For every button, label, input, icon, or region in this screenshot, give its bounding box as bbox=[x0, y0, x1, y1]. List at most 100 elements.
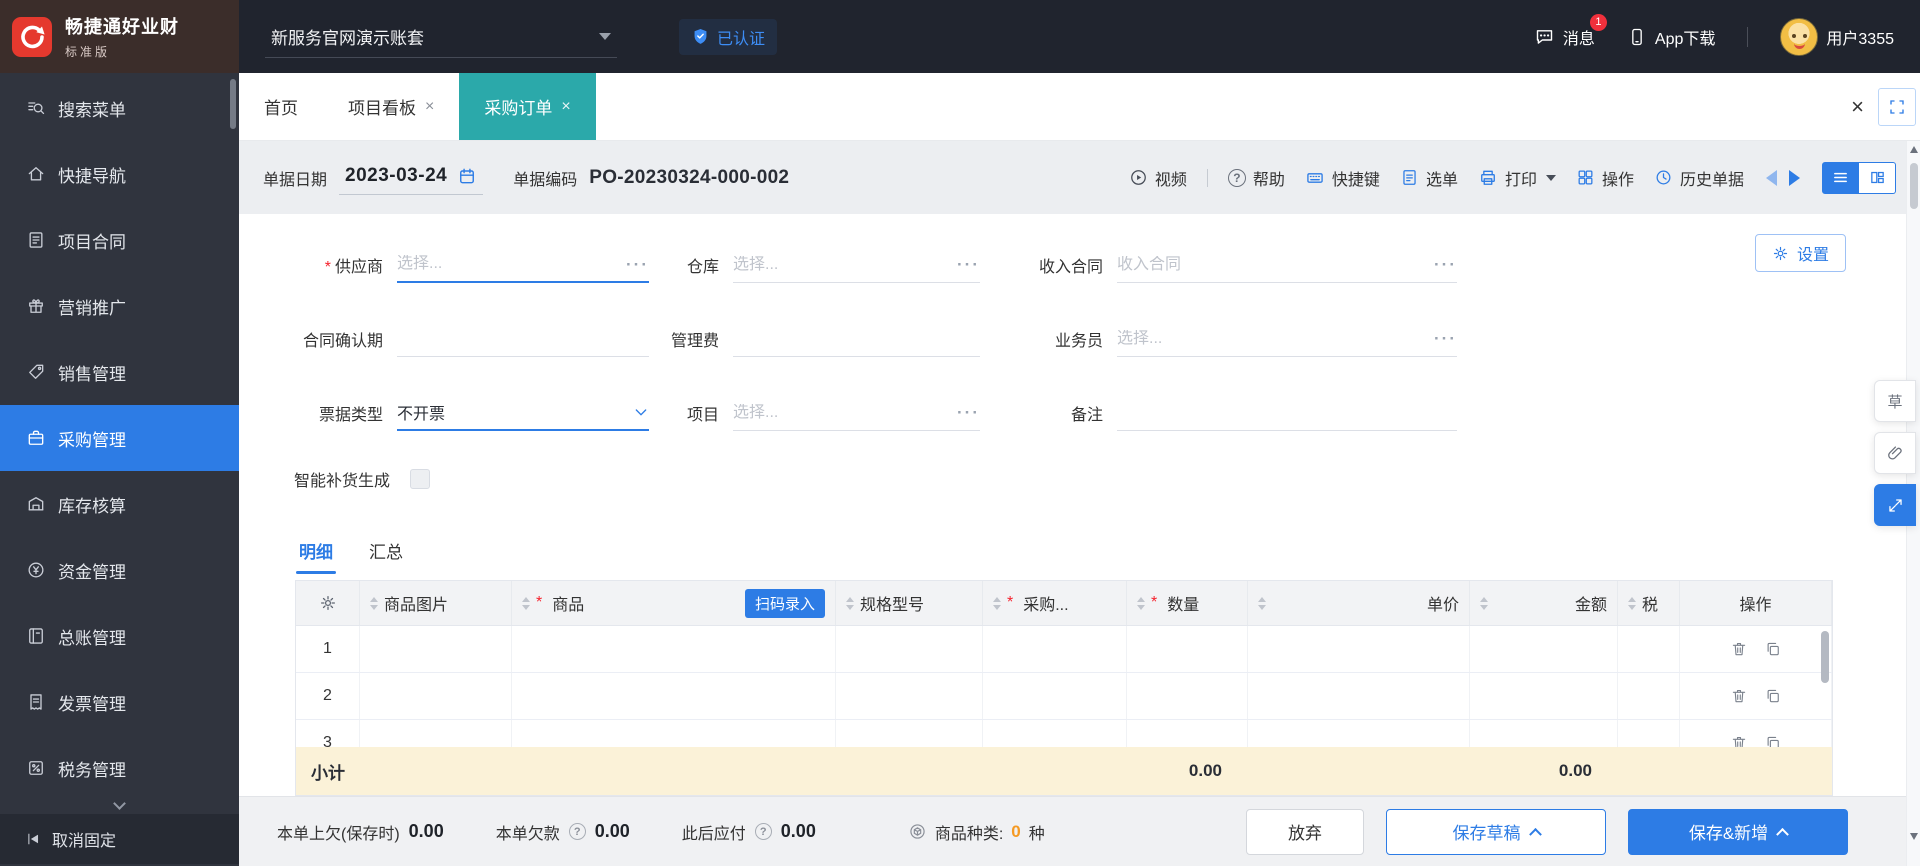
sort-icon[interactable] bbox=[522, 596, 530, 610]
tab-project-board[interactable]: 项目看板 × bbox=[323, 73, 459, 140]
income-contract-input[interactable] bbox=[1117, 255, 1429, 274]
save-draft-button[interactable]: 保存草稿 bbox=[1386, 808, 1606, 855]
next-arrow-icon[interactable] bbox=[1789, 169, 1800, 186]
col-product[interactable]: * 商品 扫码录入 bbox=[512, 581, 836, 625]
remark-input[interactable] bbox=[1117, 403, 1457, 422]
attachment-button[interactable] bbox=[1874, 432, 1916, 474]
copy-row-icon[interactable] bbox=[1764, 687, 1782, 705]
supplier-input[interactable] bbox=[397, 255, 621, 273]
scroll-down-arrow[interactable] bbox=[1910, 833, 1918, 840]
user-menu[interactable]: 用户3355 bbox=[1780, 17, 1894, 56]
table-cell[interactable] bbox=[983, 673, 1127, 719]
col-quantity[interactable]: * 数量 bbox=[1127, 581, 1248, 625]
copy-row-icon[interactable] bbox=[1764, 734, 1782, 747]
salesperson-picker-button[interactable]: ··· bbox=[1428, 330, 1457, 347]
table-cell[interactable] bbox=[983, 626, 1127, 672]
col-tax[interactable]: 税 bbox=[1618, 581, 1680, 625]
sidebar-item-marketing[interactable]: 营销推广 bbox=[0, 273, 239, 339]
col-unit-price[interactable]: 单价 bbox=[1248, 581, 1470, 625]
sidebar-scrollbar[interactable] bbox=[230, 79, 236, 129]
close-icon[interactable]: × bbox=[561, 98, 570, 115]
close-page-icon[interactable]: × bbox=[1851, 95, 1864, 118]
sidebar-item-sales[interactable]: 销售管理 bbox=[0, 339, 239, 405]
discard-button[interactable]: 放弃 bbox=[1246, 808, 1364, 855]
video-button[interactable]: 视频 bbox=[1129, 166, 1187, 190]
supplier-picker-button[interactable]: ··· bbox=[620, 256, 649, 273]
invoice-type-value[interactable] bbox=[397, 403, 633, 421]
table-cell[interactable] bbox=[1470, 720, 1618, 747]
sidebar-item-funds[interactable]: 资金管理 bbox=[0, 537, 239, 603]
draft-box-button[interactable]: 草 bbox=[1874, 380, 1916, 422]
col-spec-model[interactable]: 规格型号 bbox=[836, 581, 983, 625]
management-fee-input[interactable] bbox=[733, 329, 980, 348]
save-and-new-button[interactable]: 保存&新增 bbox=[1628, 808, 1848, 855]
warehouse-input[interactable] bbox=[733, 255, 952, 274]
table-cell[interactable] bbox=[1248, 673, 1470, 719]
help-button[interactable]: ? 帮助 bbox=[1227, 166, 1285, 190]
messages-button[interactable]: 消息 1 bbox=[1534, 13, 1607, 49]
select-doc-button[interactable]: 选单 bbox=[1400, 166, 1458, 190]
sort-icon[interactable] bbox=[846, 596, 854, 610]
sort-icon[interactable] bbox=[1480, 596, 1488, 610]
table-cell[interactable] bbox=[1127, 673, 1248, 719]
list-view-button[interactable] bbox=[1822, 161, 1859, 194]
sort-icon[interactable] bbox=[1258, 596, 1266, 610]
table-scrollbar[interactable] bbox=[1821, 631, 1829, 683]
table-cell[interactable] bbox=[1618, 720, 1680, 747]
tab-detail[interactable]: 明细 bbox=[296, 530, 336, 574]
copy-row-icon[interactable] bbox=[1764, 640, 1782, 658]
table-cell[interactable] bbox=[360, 673, 512, 719]
fullscreen-button[interactable] bbox=[1878, 87, 1916, 126]
delete-row-icon[interactable] bbox=[1730, 687, 1748, 705]
prev-arrow-icon[interactable] bbox=[1766, 169, 1777, 186]
table-cell[interactable] bbox=[983, 720, 1127, 747]
sidebar-item-inventory[interactable]: 库存核算 bbox=[0, 471, 239, 537]
scroll-up-arrow[interactable] bbox=[1910, 146, 1918, 153]
contract-confirm-input[interactable] bbox=[397, 329, 649, 348]
print-button[interactable]: 打印 bbox=[1478, 166, 1556, 190]
sort-icon[interactable] bbox=[993, 596, 1001, 610]
income-contract-picker-button[interactable]: ··· bbox=[1428, 256, 1457, 273]
col-purchase-price[interactable]: * 采购... bbox=[983, 581, 1127, 625]
history-docs-button[interactable]: 历史单据 bbox=[1654, 166, 1744, 190]
table-cell[interactable] bbox=[512, 720, 836, 747]
tab-summary[interactable]: 汇总 bbox=[366, 530, 406, 574]
table-cell[interactable] bbox=[512, 626, 836, 672]
table-cell[interactable] bbox=[512, 673, 836, 719]
table-cell[interactable] bbox=[1127, 720, 1248, 747]
sidebar-scroll-more[interactable] bbox=[0, 797, 239, 814]
help-icon[interactable]: ? bbox=[568, 823, 586, 840]
smart-replenish-checkbox[interactable] bbox=[410, 469, 431, 489]
tab-home[interactable]: 首页 bbox=[239, 73, 323, 140]
scrollbar-thumb[interactable] bbox=[1910, 163, 1918, 209]
settings-button[interactable]: 设置 bbox=[1754, 234, 1846, 272]
help-icon[interactable]: ? bbox=[754, 823, 772, 840]
invoice-type-select[interactable] bbox=[397, 395, 649, 431]
expand-window-button[interactable] bbox=[1874, 484, 1916, 526]
date-picker[interactable]: 2023-03-24 bbox=[339, 160, 484, 195]
table-cell[interactable] bbox=[1248, 626, 1470, 672]
scan-entry-button[interactable]: 扫码录入 bbox=[744, 588, 825, 618]
sidebar-item-tax[interactable]: 税务管理 bbox=[0, 735, 239, 801]
sort-icon[interactable] bbox=[1137, 596, 1145, 610]
sidebar-item-project-contract[interactable]: 项目合同 bbox=[0, 207, 239, 273]
table-cell[interactable] bbox=[1248, 720, 1470, 747]
col-product-image[interactable]: 商品图片 bbox=[360, 581, 512, 625]
col-amount[interactable]: 金额 bbox=[1470, 581, 1618, 625]
salesperson-input[interactable] bbox=[1117, 329, 1429, 348]
table-cell[interactable] bbox=[836, 673, 983, 719]
operations-button[interactable]: 操作 bbox=[1576, 166, 1634, 190]
project-picker-button[interactable]: ··· bbox=[951, 404, 980, 421]
delete-row-icon[interactable] bbox=[1730, 734, 1748, 747]
table-cell[interactable] bbox=[360, 626, 512, 672]
tab-purchase-order[interactable]: 采购订单 × bbox=[459, 73, 596, 140]
column-config-button[interactable] bbox=[296, 581, 360, 625]
sort-icon[interactable] bbox=[370, 596, 378, 610]
table-cell[interactable] bbox=[1618, 673, 1680, 719]
warehouse-picker-button[interactable]: ··· bbox=[951, 256, 980, 273]
app-download-button[interactable]: App下载 bbox=[1627, 25, 1715, 49]
project-input[interactable] bbox=[733, 403, 952, 422]
account-select[interactable]: 新服务官网演示账套 bbox=[265, 16, 617, 58]
card-view-button[interactable] bbox=[1859, 161, 1896, 194]
close-icon[interactable]: × bbox=[425, 98, 434, 115]
